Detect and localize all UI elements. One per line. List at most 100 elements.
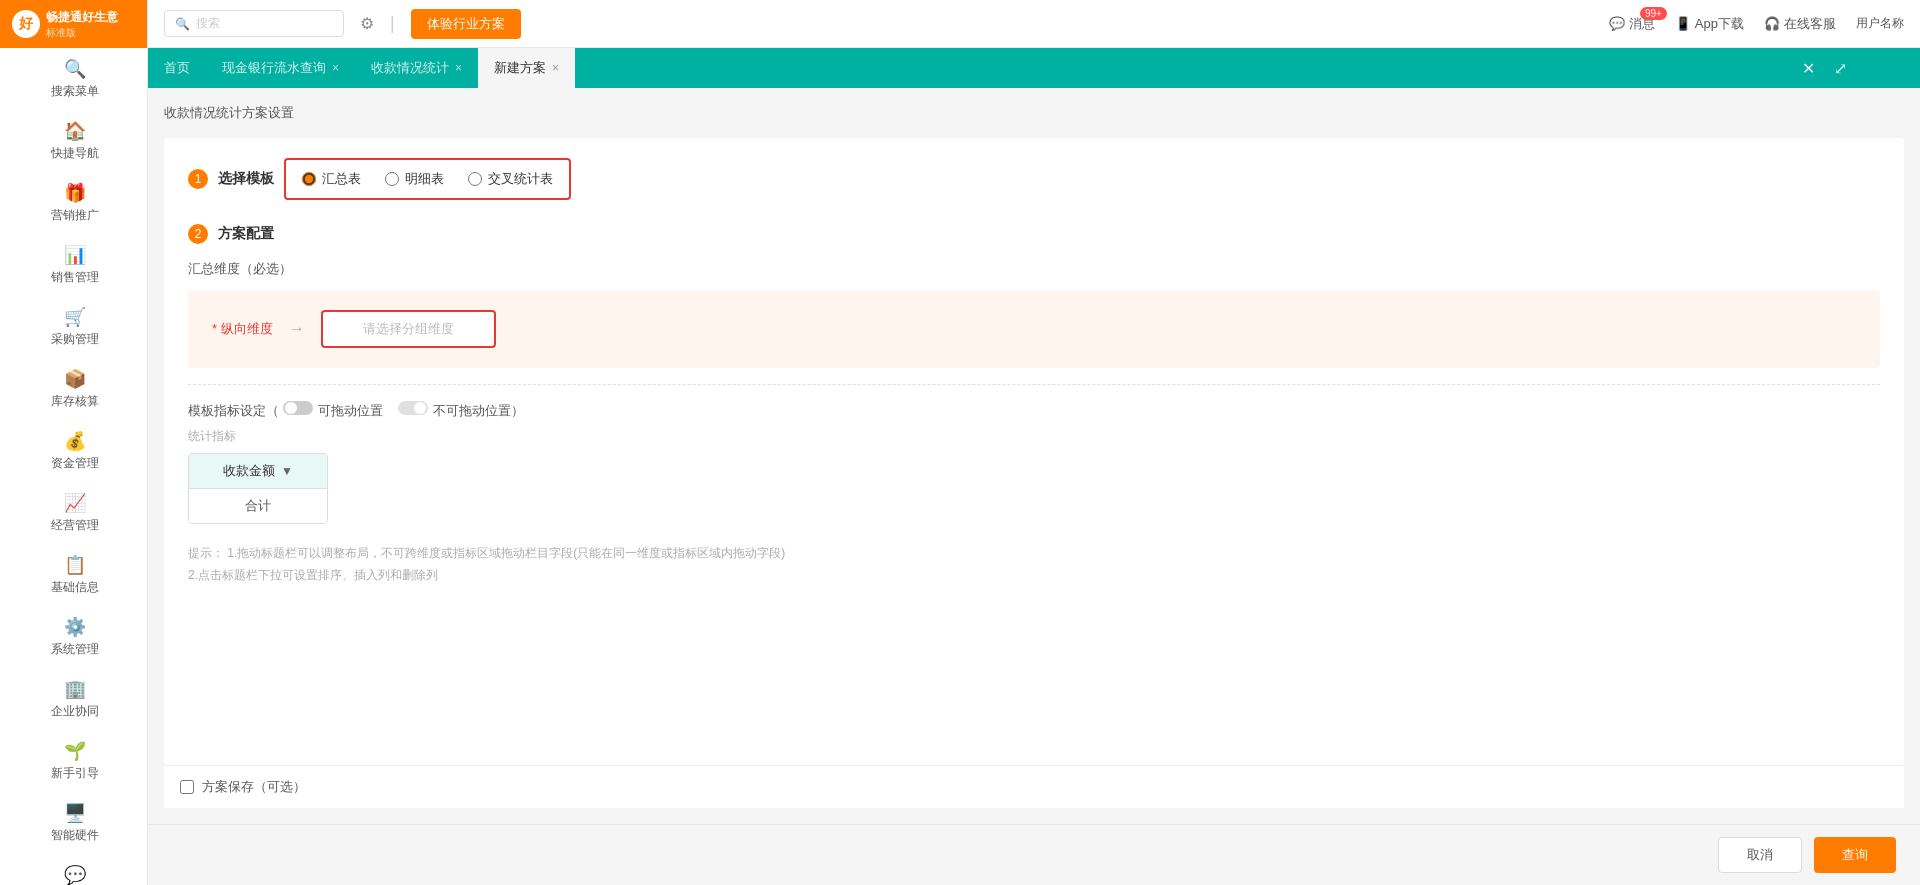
template-options: 汇总表 明细表 交叉统计表 xyxy=(284,158,571,200)
sidebar-item-sales[interactable]: 📊 销售管理 xyxy=(0,234,147,296)
dimension-selector[interactable]: 请选择分组维度 xyxy=(321,310,496,348)
message-btn[interactable]: 💬 消息 99+ xyxy=(1609,15,1655,33)
service-icon: 🎧 xyxy=(1764,16,1780,31)
operations-icon: 📈 xyxy=(64,492,86,514)
stats-table: 收款金额 ▼ 合计 xyxy=(188,453,328,524)
radio-detail-label: 明细表 xyxy=(405,170,444,188)
step1-header: 1 选择模板 汇总表 明细表 交叉统计表 xyxy=(188,158,1880,200)
sidebar-item-inventory[interactable]: 📦 库存核算 xyxy=(0,358,147,420)
industry-btn[interactable]: 体验行业方案 xyxy=(411,9,521,39)
radio-detail[interactable]: 明细表 xyxy=(385,170,444,188)
metrics-header: 模板指标设定（ 可拖动位置 不可拖动位置） xyxy=(188,401,1880,420)
step2-header: 2 方案配置 xyxy=(188,224,1880,244)
sidebar-item-guide[interactable]: 🌱 新手引导 xyxy=(0,730,147,792)
logo-icon: 好 xyxy=(12,10,40,38)
stats-table-container: 统计指标 收款金额 ▼ 合计 xyxy=(188,428,1880,527)
user-info[interactable]: 用户名称 xyxy=(1856,15,1904,32)
sidebar-nav: 🔍 搜索菜单 🏠 快捷导航 🎁 营销推广 📊 销售管理 🛒 采购管理 📦 库存核… xyxy=(0,48,147,885)
stats-table-total: 合计 xyxy=(189,489,327,523)
message-icon: 💬 xyxy=(1609,16,1625,31)
main-card: 1 选择模板 汇总表 明细表 交叉统计表 xyxy=(164,138,1904,765)
search-icon: 🔍 xyxy=(175,17,190,31)
radio-cross-label: 交叉统计表 xyxy=(488,170,553,188)
step1-title: 选择模板 xyxy=(218,170,274,188)
radio-cross-input[interactable] xyxy=(468,172,482,186)
sidebar-item-label: 采购管理 xyxy=(51,331,99,348)
close-window-btn[interactable]: ✕ xyxy=(1796,56,1820,80)
tab-new-plan-close[interactable]: × xyxy=(552,61,559,75)
sidebar-item-label: 智能硬件 xyxy=(51,827,99,844)
user-name: 用户名称 xyxy=(1856,16,1904,30)
tab-bank[interactable]: 现金银行流水查询 × xyxy=(206,48,355,88)
save-option: 方案保存（可选） xyxy=(164,765,1904,808)
search-nav-icon: 🔍 xyxy=(64,58,86,80)
app-icon: 📱 xyxy=(1675,16,1691,31)
tab-home[interactable]: 首页 xyxy=(148,48,206,88)
sidebar-item-finance[interactable]: 💰 资金管理 xyxy=(0,420,147,482)
sidebar-item-label: 资金管理 xyxy=(51,455,99,472)
sidebar-item-basic[interactable]: 📋 基础信息 xyxy=(0,544,147,606)
purchase-icon: 🛒 xyxy=(64,306,86,328)
tip1-text: 提示： 1.拖动标题栏可以调整布局，不可跨维度或指标区域拖动栏目字段(只能在同一… xyxy=(188,543,1880,565)
topbar: 🔍 搜索 ⚙ | 体验行业方案 💬 消息 99+ 📱 App下载 🎧 在线客服 … xyxy=(148,0,1920,48)
sidebar-item-marketing[interactable]: 🎁 营销推广 xyxy=(0,172,147,234)
maximize-btn[interactable]: ⤢ xyxy=(1828,56,1852,80)
topbar-search-box[interactable]: 🔍 搜索 xyxy=(164,10,344,37)
topbar-right: 💬 消息 99+ 📱 App下载 🎧 在线客服 用户名称 xyxy=(1609,15,1904,33)
sidebar-item-system[interactable]: ⚙️ 系统管理 xyxy=(0,606,147,668)
tab-bar: 首页 现金银行流水查询 × 收款情况统计 × 新建方案 × ✕ ⤢ xyxy=(148,48,1920,88)
radio-detail-input[interactable] xyxy=(385,172,399,186)
save-label: 方案保存（可选） xyxy=(202,778,306,796)
save-checkbox[interactable] xyxy=(180,780,194,794)
topbar-gear[interactable]: ⚙ xyxy=(360,14,374,33)
step2-section: 2 方案配置 汇总维度（必选） 纵向维度 → 请选择分组维度 xyxy=(188,224,1880,586)
guide-icon: 🌱 xyxy=(64,740,86,762)
message-count: 99+ xyxy=(1640,7,1667,20)
tab-collection-close[interactable]: × xyxy=(455,61,462,75)
tab-new-plan-label: 新建方案 xyxy=(494,59,546,77)
tab-collection[interactable]: 收款情况统计 × xyxy=(355,48,478,88)
radio-summary-input[interactable] xyxy=(302,172,316,186)
radio-cross[interactable]: 交叉统计表 xyxy=(468,170,553,188)
dimension-row: 纵向维度 → 请选择分组维度 xyxy=(212,310,1856,348)
sidebar: 好 畅捷通好生意 标准版 🔍 搜索菜单 🏠 快捷导航 🎁 营销推广 📊 销售管理… xyxy=(0,0,148,885)
finance-icon: 💰 xyxy=(64,430,86,452)
home-icon: 🏠 xyxy=(64,120,86,142)
sidebar-item-purchase[interactable]: 🛒 采购管理 xyxy=(0,296,147,358)
dimension-section-label: 汇总维度（必选） xyxy=(188,260,1880,278)
arrow-icon: → xyxy=(289,320,305,338)
page-title: 收款情况统计方案设置 xyxy=(164,104,1904,122)
sidebar-item-nav[interactable]: 🏠 快捷导航 xyxy=(0,110,147,172)
sidebar-item-label: 快捷导航 xyxy=(51,145,99,162)
sidebar-item-wechat[interactable]: 💬 企业微信 xyxy=(0,854,147,885)
footer-actions: 取消 查询 xyxy=(148,824,1920,885)
sidebar-item-label: 基础信息 xyxy=(51,579,99,596)
query-button[interactable]: 查询 xyxy=(1814,837,1896,873)
sidebar-item-label: 搜索菜单 xyxy=(51,83,99,100)
cancel-button[interactable]: 取消 xyxy=(1718,837,1802,873)
tab-new-plan[interactable]: 新建方案 × xyxy=(478,48,575,88)
sales-icon: 📊 xyxy=(64,244,86,266)
tabs-actions: ✕ ⤢ xyxy=(1796,56,1860,80)
chevron-down-icon[interactable]: ▼ xyxy=(281,464,293,478)
divider: | xyxy=(390,13,395,34)
sidebar-item-operations[interactable]: 📈 经营管理 xyxy=(0,482,147,544)
sidebar-item-search[interactable]: 🔍 搜索菜单 xyxy=(0,48,147,110)
radio-summary[interactable]: 汇总表 xyxy=(302,170,361,188)
vertical-label: 纵向维度 xyxy=(212,320,273,338)
sidebar-item-label: 企业协同 xyxy=(51,703,99,720)
basic-icon: 📋 xyxy=(64,554,86,576)
stats-section-title: 统计指标 xyxy=(188,428,1880,445)
tab-bank-close[interactable]: × xyxy=(332,61,339,75)
sidebar-item-label: 销售管理 xyxy=(51,269,99,286)
tab-bank-label: 现金银行流水查询 xyxy=(222,59,326,77)
app-download-btn[interactable]: 📱 App下载 xyxy=(1675,15,1744,33)
sidebar-item-label: 经营管理 xyxy=(51,517,99,534)
sidebar-item-enterprise[interactable]: 🏢 企业协同 xyxy=(0,668,147,730)
no-drag-indicator xyxy=(398,401,428,415)
service-label: 在线客服 xyxy=(1784,15,1836,33)
sidebar-item-hardware[interactable]: 🖥️ 智能硬件 xyxy=(0,792,147,854)
sidebar-item-label: 系统管理 xyxy=(51,641,99,658)
sidebar-item-label: 营销推广 xyxy=(51,207,99,224)
service-btn[interactable]: 🎧 在线客服 xyxy=(1764,15,1836,33)
